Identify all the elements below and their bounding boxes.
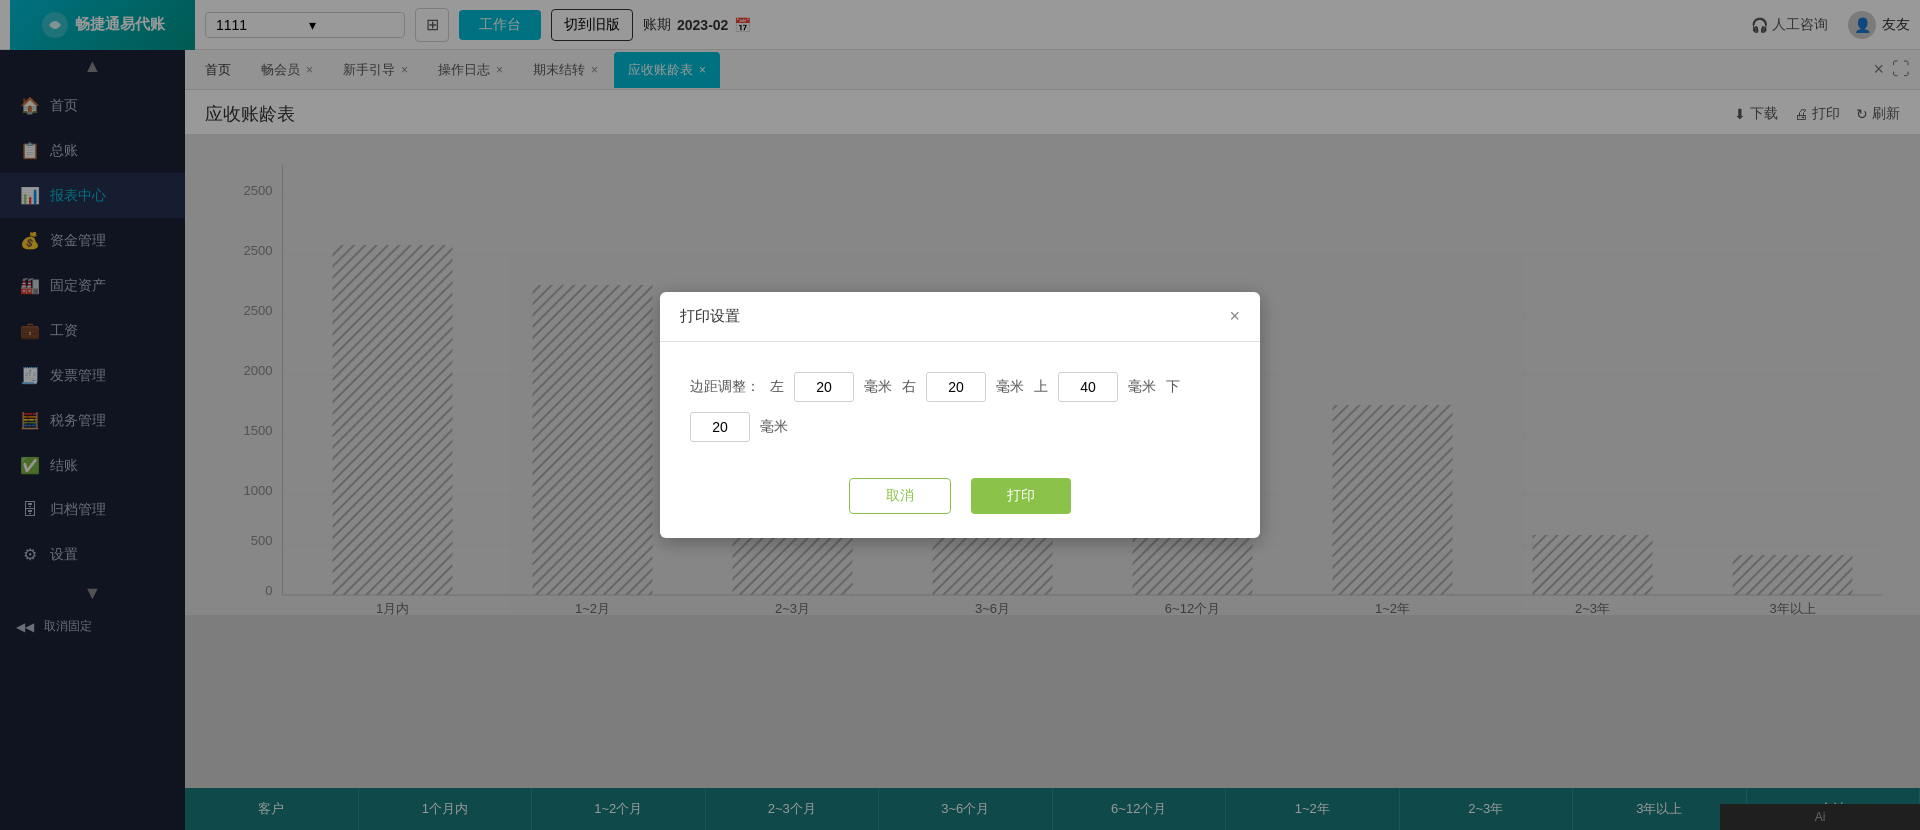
margin-label: 边距调整： (690, 378, 760, 396)
top-margin-input[interactable] (1058, 372, 1118, 402)
dialog-footer: 取消 打印 (660, 462, 1260, 538)
left-margin-input[interactable] (794, 372, 854, 402)
dialog-title: 打印设置 (680, 307, 740, 326)
cancel-button[interactable]: 取消 (849, 478, 951, 514)
dialog-overlay: 打印设置 × 边距调整： 左 毫米 右 毫米 上 毫米 下 毫米 取消 (0, 0, 1920, 830)
bottom-unit: 毫米 (760, 418, 788, 436)
top-unit: 毫米 (1128, 378, 1156, 396)
bottom-label: 下 (1166, 378, 1180, 396)
print-confirm-button[interactable]: 打印 (971, 478, 1071, 514)
right-label: 右 (902, 378, 916, 396)
right-unit: 毫米 (996, 378, 1024, 396)
dialog-close-button[interactable]: × (1229, 306, 1240, 327)
print-settings-dialog: 打印设置 × 边距调整： 左 毫米 右 毫米 上 毫米 下 毫米 取消 (660, 292, 1260, 538)
dialog-body: 边距调整： 左 毫米 右 毫米 上 毫米 下 毫米 (660, 342, 1260, 462)
margin-row: 边距调整： 左 毫米 右 毫米 上 毫米 下 毫米 (690, 372, 1230, 442)
left-label: 左 (770, 378, 784, 396)
bottom-margin-input[interactable] (690, 412, 750, 442)
top-label: 上 (1034, 378, 1048, 396)
left-unit: 毫米 (864, 378, 892, 396)
right-margin-input[interactable] (926, 372, 986, 402)
dialog-header: 打印设置 × (660, 292, 1260, 342)
